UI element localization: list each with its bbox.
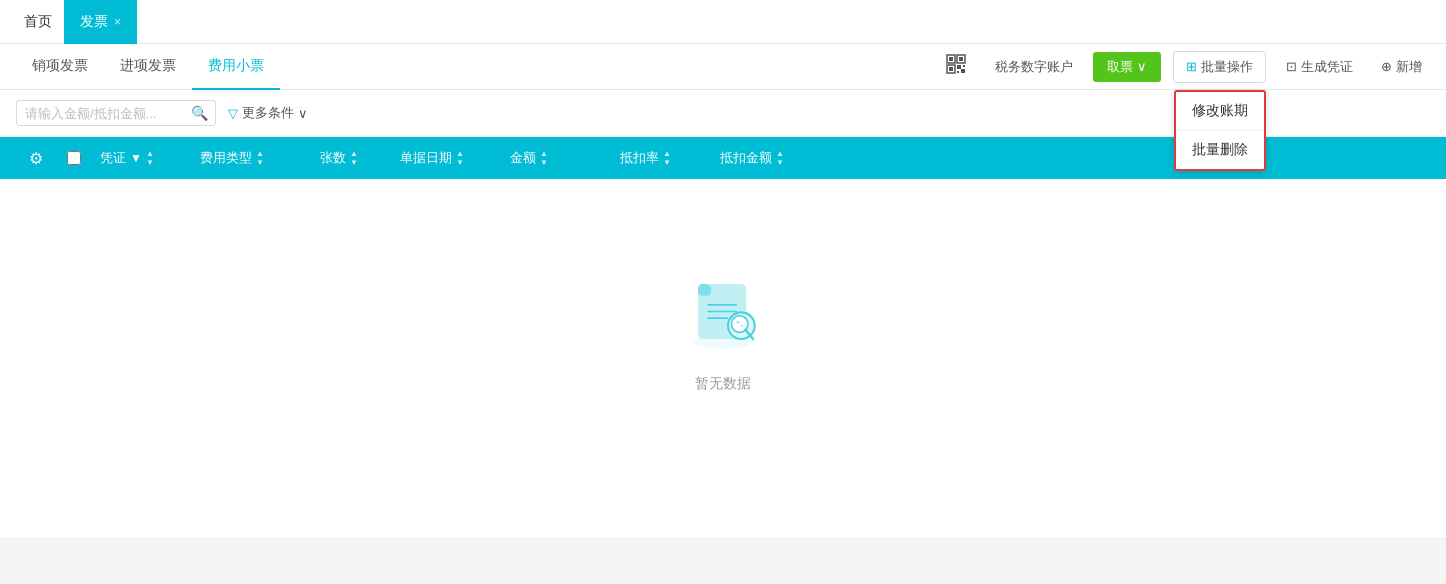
settings-icon[interactable]: ⚙ xyxy=(29,149,43,168)
empty-illustration xyxy=(673,259,773,359)
th-deduct-amount: 抵扣金额 ▲ ▼ xyxy=(712,149,1430,167)
search-icon[interactable]: 🔍 xyxy=(191,105,208,121)
invoice-tab[interactable]: 发票 × xyxy=(64,0,137,44)
gen-voucher-icon: ⊡ xyxy=(1286,59,1297,74)
th-date-label: 单据日期 xyxy=(400,149,452,167)
th-count: 张数 ▲ ▼ xyxy=(312,149,392,167)
svg-rect-6 xyxy=(957,65,961,69)
th-amount-label: 金额 xyxy=(510,149,536,167)
th-voucher-label: 凭证 xyxy=(100,149,126,167)
add-icon: ⊕ xyxy=(1381,59,1392,74)
qr-icon xyxy=(945,53,967,80)
search-input[interactable] xyxy=(25,106,185,121)
th-deduct-amount-label: 抵扣金额 xyxy=(720,149,772,167)
add-label: 新增 xyxy=(1396,58,1422,76)
th-expense-type: 费用类型 ▲ ▼ xyxy=(192,149,312,167)
th-amount-sort[interactable]: ▲ ▼ xyxy=(540,150,548,167)
invoice-tab-close[interactable]: × xyxy=(114,15,121,29)
modify-period-item[interactable]: 修改账期 xyxy=(1176,92,1264,131)
empty-state: 暂无数据 xyxy=(0,179,1446,433)
take-invoice-label: 取票 xyxy=(1107,58,1133,76)
th-voucher-filter-icon[interactable]: ▼ xyxy=(130,151,142,165)
qr-code-button[interactable] xyxy=(937,49,975,84)
th-count-sort[interactable]: ▲ ▼ xyxy=(350,150,358,167)
svg-point-17 xyxy=(736,321,739,324)
svg-rect-8 xyxy=(957,71,959,73)
th-amount: 金额 ▲ ▼ xyxy=(502,149,612,167)
tab-sales-invoice[interactable]: 销项发票 xyxy=(16,44,104,90)
more-conditions-label: 更多条件 xyxy=(242,104,294,122)
tab-input-invoice[interactable]: 进项发票 xyxy=(104,44,192,90)
th-deduct-rate: 抵扣率 ▲ ▼ xyxy=(612,149,712,167)
batch-ops-icon: ⊞ xyxy=(1186,59,1197,74)
svg-rect-1 xyxy=(949,57,953,61)
batch-delete-item[interactable]: 批量删除 xyxy=(1176,131,1264,169)
tab-expense-receipt[interactable]: 费用小票 xyxy=(192,44,280,90)
home-tab[interactable]: 首页 xyxy=(12,13,64,31)
th-date: 单据日期 ▲ ▼ xyxy=(392,149,502,167)
gen-voucher-label: 生成凭证 xyxy=(1301,58,1353,76)
th-date-sort[interactable]: ▲ ▼ xyxy=(456,150,464,167)
svg-point-18 xyxy=(741,324,744,327)
th-voucher-sort[interactable]: ▲ ▼ xyxy=(146,150,154,167)
more-conditions-button[interactable]: ▽ 更多条件 ∨ xyxy=(228,104,308,122)
secondary-nav: 销项发票 进项发票 费用小票 xyxy=(0,44,1446,90)
take-invoice-button[interactable]: 取票 ∨ xyxy=(1093,52,1161,82)
select-all-checkbox[interactable] xyxy=(67,151,81,165)
th-voucher: 凭证 ▼ ▲ ▼ xyxy=(92,149,192,167)
th-settings[interactable]: ⚙ xyxy=(16,149,56,168)
batch-ops-label: 批量操作 xyxy=(1201,58,1253,76)
th-expense-type-sort[interactable]: ▲ ▼ xyxy=(256,150,264,167)
more-conditions-arrow-icon: ∨ xyxy=(298,106,308,121)
batch-ops-dropdown: 修改账期 批量删除 xyxy=(1174,90,1266,171)
add-button[interactable]: ⊕ 新增 xyxy=(1373,54,1430,80)
batch-ops-button[interactable]: ⊞ 批量操作 xyxy=(1173,51,1266,83)
svg-rect-5 xyxy=(949,67,953,71)
th-deduct-rate-label: 抵扣率 xyxy=(620,149,659,167)
th-deduct-rate-sort[interactable]: ▲ ▼ xyxy=(663,150,671,167)
search-input-wrap[interactable]: 🔍 xyxy=(16,100,216,126)
empty-text: 暂无数据 xyxy=(695,375,751,393)
svg-rect-9 xyxy=(961,69,965,73)
th-checkbox[interactable] xyxy=(56,151,92,165)
svg-rect-7 xyxy=(963,65,965,67)
svg-rect-3 xyxy=(959,57,963,61)
main-content: ⚙ 凭证 ▼ ▲ ▼ 费用类型 ▲ ▼ 张数 xyxy=(0,137,1446,537)
take-invoice-arrow-icon: ∨ xyxy=(1137,59,1147,74)
th-deduct-amount-sort[interactable]: ▲ ▼ xyxy=(776,150,784,167)
th-count-label: 张数 xyxy=(320,149,346,167)
gen-voucher-button[interactable]: ⊡ 生成凭证 xyxy=(1278,54,1361,80)
filter-icon: ▽ xyxy=(228,106,238,121)
th-expense-type-label: 费用类型 xyxy=(200,149,252,167)
tax-account-button[interactable]: 税务数字账户 xyxy=(987,54,1081,80)
invoice-tab-label: 发票 xyxy=(80,13,108,31)
